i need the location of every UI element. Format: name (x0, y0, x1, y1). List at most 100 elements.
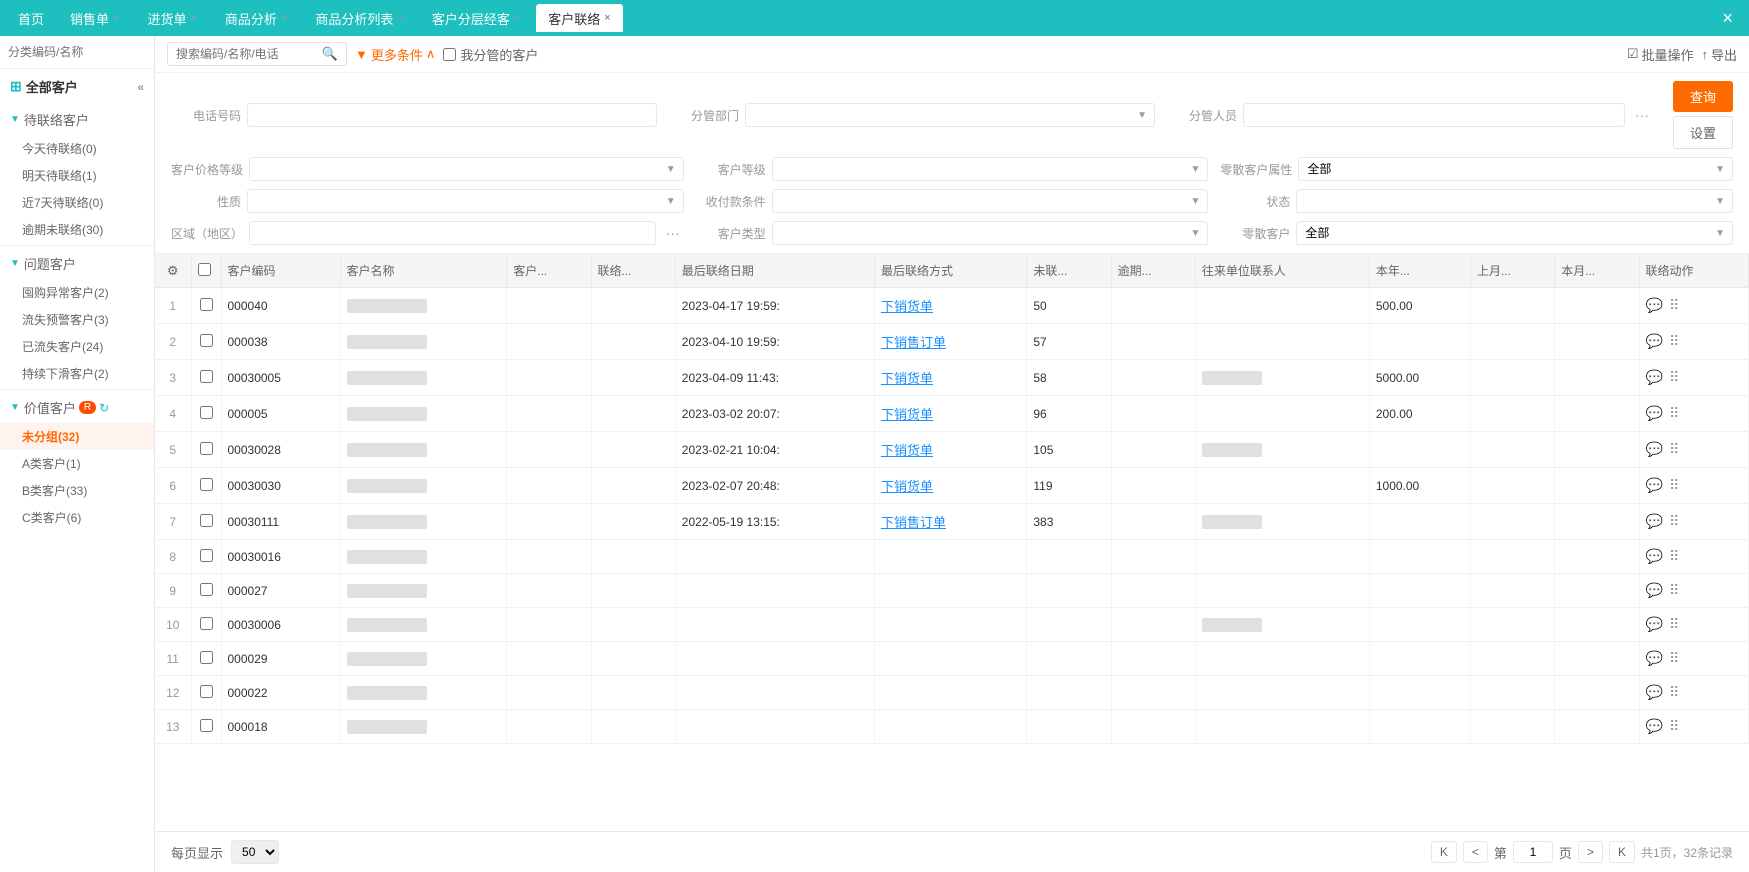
chat-icon[interactable]: 💬 (1646, 582, 1663, 599)
chat-icon[interactable]: 💬 (1646, 477, 1663, 494)
col-header-name[interactable]: 客户名称 (340, 254, 507, 288)
col-header-overdue[interactable]: 逾期... (1111, 254, 1195, 288)
sidebar-item-tomorrow-pending[interactable]: 明天待联络(1) (0, 162, 154, 189)
dept-select[interactable] (745, 103, 1155, 127)
row-checkbox-cell[interactable] (191, 396, 221, 432)
row-checkbox-cell[interactable] (191, 710, 221, 744)
nav-tab-purchase-close[interactable]: × (190, 12, 196, 24)
retail-attr-select[interactable]: 全部 (1298, 157, 1733, 181)
chat-icon[interactable]: 💬 (1646, 616, 1663, 633)
nav-tab-purchase[interactable]: 进货单 × (135, 4, 208, 32)
search-icon[interactable]: 🔍 (322, 46, 338, 62)
contact-method-link[interactable]: 下销售订单 (881, 335, 946, 350)
row-checkbox[interactable] (200, 442, 213, 455)
phone-input[interactable] (247, 103, 657, 127)
nav-tab-contact[interactable]: 客户联络 × (536, 4, 622, 32)
customer-type-select[interactable] (772, 221, 1209, 245)
page-number-input[interactable] (1513, 841, 1553, 863)
row-checkbox-cell[interactable] (191, 540, 221, 574)
row-last-contact-method[interactable]: 下销售订单 (874, 504, 1026, 540)
sidebar-item-overdue-pending[interactable]: 逾期未联络(30) (0, 216, 154, 243)
nav-tab-contact-close[interactable]: × (604, 12, 610, 24)
contact-method-link[interactable]: 下销货单 (881, 407, 933, 422)
sidebar-pending-group[interactable]: ▼ 待联络客户 (0, 104, 154, 135)
nav-tab-analysis-close[interactable]: × (281, 12, 287, 24)
sidebar-item-today-pending[interactable]: 今天待联络(0) (0, 135, 154, 162)
row-name[interactable]: *** (340, 396, 507, 432)
row-name[interactable]: ***伙伴 (340, 288, 507, 324)
row-last-contact-method[interactable]: 下销售订单 (874, 324, 1026, 360)
more-icon[interactable]: ⠿ (1669, 477, 1679, 494)
row-checkbox-cell[interactable] (191, 608, 221, 642)
contact-method-link[interactable]: 下销货单 (881, 443, 933, 458)
more-filters-button[interactable]: ▼ 更多条件 ∧ (355, 45, 435, 64)
price-level-select[interactable] (249, 157, 684, 181)
row-last-contact-method[interactable] (874, 574, 1026, 608)
row-checkbox[interactable] (200, 298, 213, 311)
row-name[interactable]: *** (340, 540, 507, 574)
row-checkbox-cell[interactable] (191, 468, 221, 504)
row-checkbox-cell[interactable] (191, 324, 221, 360)
row-last-contact-method[interactable] (874, 676, 1026, 710)
row-last-contact-method[interactable]: 下销货单 (874, 432, 1026, 468)
row-last-contact-method[interactable]: 下销货单 (874, 360, 1026, 396)
select-all-checkbox[interactable] (198, 263, 211, 276)
contact-method-link[interactable]: 下销售订单 (881, 515, 946, 530)
chat-icon[interactable]: 💬 (1646, 333, 1663, 350)
more-icon[interactable]: ⠿ (1669, 297, 1679, 314)
col-header-this-month[interactable]: 本月... (1555, 254, 1639, 288)
sidebar-value-group[interactable]: ▼ 价值客户 R ↻ (0, 392, 154, 423)
row-last-contact-method[interactable] (874, 642, 1026, 676)
sidebar-item-c-class[interactable]: C类客户(6) (0, 504, 154, 531)
sidebar-item-b-class[interactable]: B类客户(33) (0, 477, 154, 504)
col-header-partner-contact[interactable]: 往来单位联系人 (1195, 254, 1369, 288)
col-header-code[interactable]: 客户编码 (221, 254, 340, 288)
chat-icon[interactable]: 💬 (1646, 369, 1663, 386)
customer-level-select[interactable] (772, 157, 1209, 181)
chat-icon[interactable]: 💬 (1646, 513, 1663, 530)
row-name[interactable]: *** (340, 432, 507, 468)
row-checkbox-cell[interactable] (191, 574, 221, 608)
row-last-contact-method[interactable] (874, 608, 1026, 642)
row-last-contact-method[interactable]: 下销货单 (874, 288, 1026, 324)
more-icon[interactable]: ⠿ (1669, 333, 1679, 350)
more-icon[interactable]: ⠿ (1669, 405, 1679, 422)
search-input[interactable] (176, 47, 318, 61)
more-icon[interactable]: ⠿ (1669, 616, 1679, 633)
row-name[interactable]: *** (340, 468, 507, 504)
col-header-last-date[interactable]: 最后联络日期 (675, 254, 874, 288)
my-customers-checkbox[interactable] (443, 48, 456, 61)
nav-tab-segment[interactable]: 客户分层经客 × (420, 4, 532, 32)
sidebar-item-churn-warning[interactable]: 流失预警客户(3) (0, 306, 154, 333)
col-header-no-contact[interactable]: 未联... (1027, 254, 1111, 288)
col-header-last-month[interactable]: 上月... (1470, 254, 1554, 288)
sidebar-all-customers-header[interactable]: ⊞ 全部客户 « (0, 69, 154, 104)
chat-icon[interactable]: 💬 (1646, 405, 1663, 422)
more-icon[interactable]: ⠿ (1669, 441, 1679, 458)
chat-icon[interactable]: 💬 (1646, 684, 1663, 701)
row-checkbox-cell[interactable] (191, 432, 221, 468)
sidebar-collapse-button[interactable]: « (137, 80, 144, 94)
nav-tab-analysis-list-close[interactable]: × (397, 12, 403, 24)
row-name[interactable]: *** (340, 710, 507, 744)
nav-tab-analysis[interactable]: 商品分析 × (213, 4, 299, 32)
chat-icon[interactable]: 💬 (1646, 441, 1663, 458)
row-checkbox[interactable] (200, 406, 213, 419)
row-checkbox[interactable] (200, 685, 213, 698)
row-checkbox-cell[interactable] (191, 642, 221, 676)
last-page-button[interactable]: K (1609, 841, 1635, 863)
payment-select[interactable] (772, 189, 1209, 213)
status-select[interactable] (1296, 189, 1733, 213)
settings-column-header[interactable]: ⚙ (155, 254, 191, 288)
gender-select[interactable] (247, 189, 684, 213)
next-page-button[interactable]: > (1578, 841, 1603, 863)
row-checkbox[interactable] (200, 617, 213, 630)
chat-icon[interactable]: 💬 (1646, 718, 1663, 735)
row-checkbox[interactable] (200, 370, 213, 383)
col-header-last-method[interactable]: 最后联络方式 (874, 254, 1026, 288)
row-name[interactable]: 扑*** (340, 642, 507, 676)
person-dots-icon[interactable]: ··· (1631, 107, 1653, 123)
sidebar-item-hoarding[interactable]: 囤购异常客户(2) (0, 279, 154, 306)
row-checkbox[interactable] (200, 478, 213, 491)
reset-button[interactable]: 设置 (1673, 116, 1733, 149)
